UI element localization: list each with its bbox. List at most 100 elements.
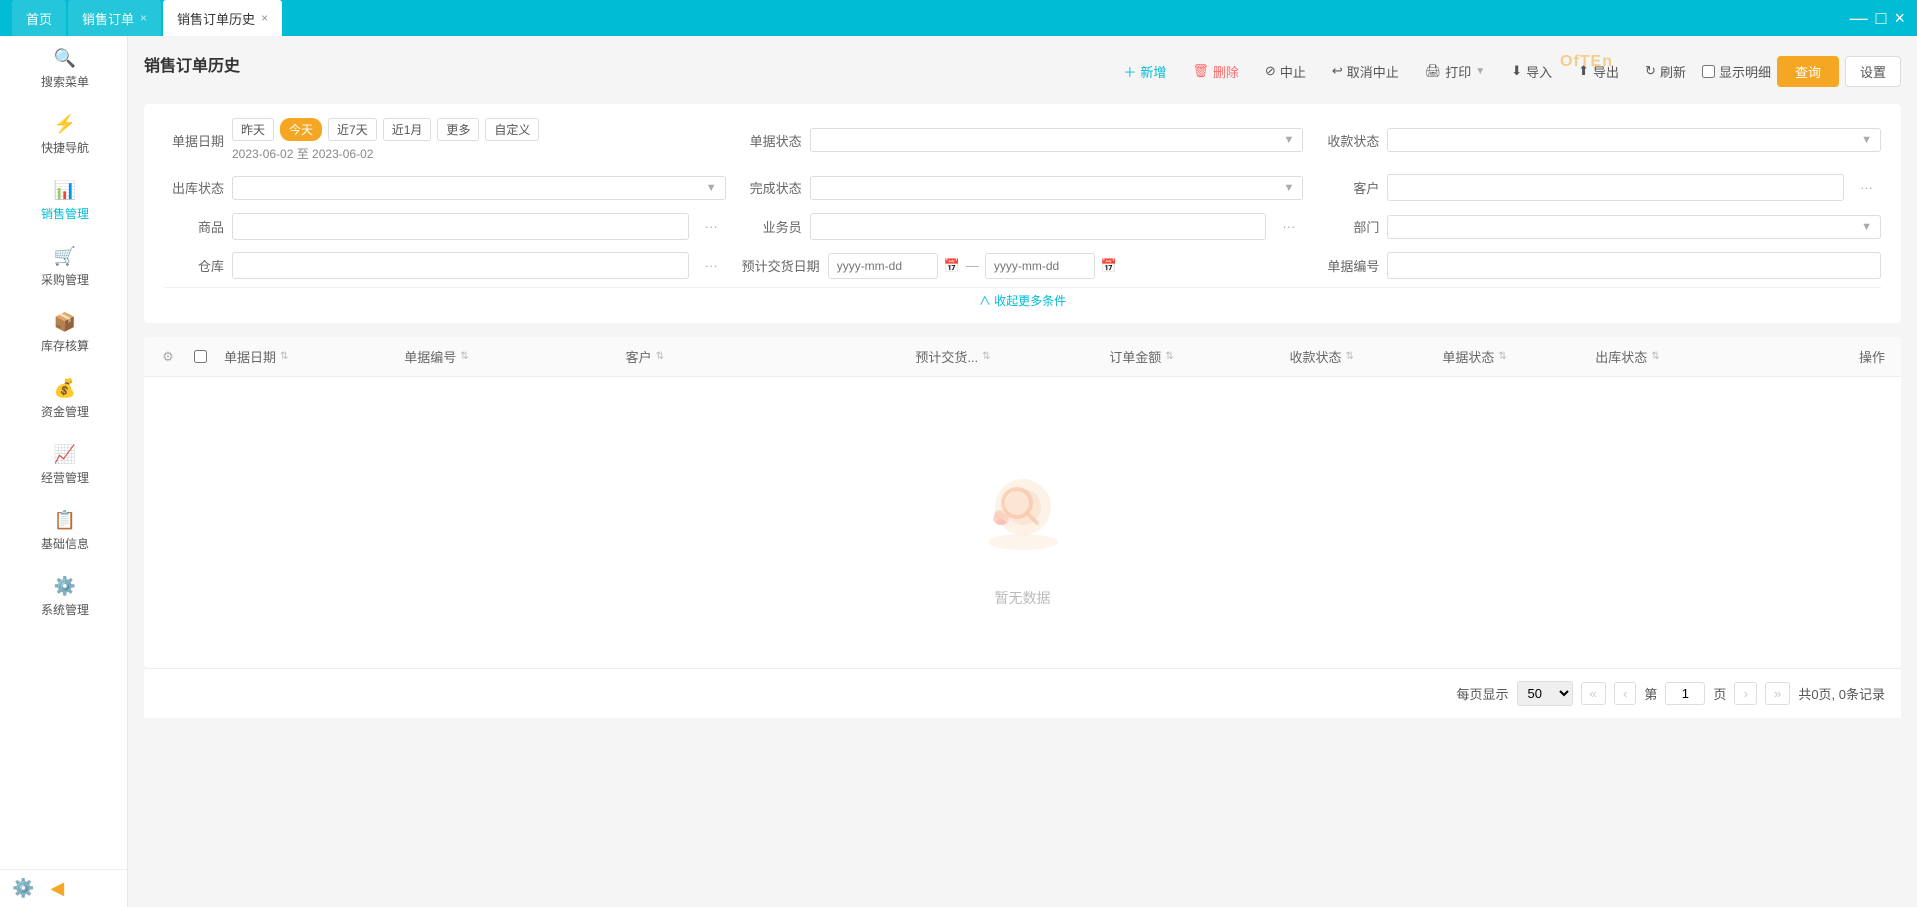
- window-close[interactable]: ×: [1894, 8, 1905, 29]
- delivery-date-end[interactable]: [985, 253, 1095, 279]
- last-page-button[interactable]: »: [1765, 682, 1790, 705]
- setting-button[interactable]: 设置: [1845, 56, 1901, 87]
- sidebar-item-inventory[interactable]: 📦 库存核算: [0, 300, 127, 366]
- page-size-label: 每页显示: [1457, 684, 1509, 703]
- cancel-stop-label: 取消中止: [1347, 62, 1399, 81]
- filter-ellipsis-customer[interactable]: ···: [1852, 180, 1881, 195]
- date-btn-more[interactable]: 更多: [437, 118, 479, 141]
- filter-ellipsis-salesperson[interactable]: ···: [1274, 219, 1303, 234]
- delivery-date-calendar-end[interactable]: 📅: [1101, 258, 1117, 274]
- cancel-stop-button[interactable]: ↩ 取消中止: [1322, 57, 1409, 86]
- filter-select-payment-status[interactable]: ▼: [1387, 128, 1881, 152]
- cancel-stop-icon: ↩: [1332, 63, 1343, 79]
- empty-text: 暂无数据: [995, 588, 1051, 608]
- export-button[interactable]: ⬆ 导出: [1568, 57, 1629, 86]
- delivery-date-start[interactable]: [828, 253, 938, 279]
- sort-number-icon[interactable]: ⇅: [460, 351, 468, 362]
- show-detail-checkbox-label[interactable]: 显示明细: [1702, 62, 1771, 81]
- select-all-checkbox[interactable]: [194, 350, 207, 363]
- th-order-status[interactable]: 单据状态 ⇅: [1434, 347, 1587, 366]
- sidebar-item-search-menu[interactable]: 🔍 搜索菜单: [0, 36, 127, 102]
- sidebar-item-sales-mgmt[interactable]: 📊 销售管理: [0, 168, 127, 234]
- filter-item-payment-status: 收款状态 ▼: [1319, 128, 1881, 152]
- th-setting[interactable]: ⚙: [152, 349, 184, 365]
- tab-sales-order-label: 销售订单: [82, 9, 134, 28]
- filter-item-complete-status: 完成状态 ▼: [742, 176, 1304, 200]
- sidebar-item-operations[interactable]: 📈 经营管理: [0, 432, 127, 498]
- tab-home[interactable]: 首页: [12, 0, 66, 36]
- th-number[interactable]: 单据编号 ⇅: [396, 347, 617, 366]
- next-page-button[interactable]: ›: [1734, 682, 1756, 705]
- sidebar: 🔍 搜索菜单 ⚡ 快捷导航 📊 销售管理 🛒 采购管理 📦 库存核算 💰 资金管…: [0, 36, 128, 907]
- delete-label: 删除: [1213, 62, 1239, 81]
- th-date[interactable]: 单据日期 ⇅: [216, 347, 396, 366]
- sort-payment-status-icon[interactable]: ⇅: [1346, 351, 1354, 362]
- window-maximize[interactable]: □: [1876, 8, 1887, 29]
- filter-input-customer[interactable]: [1387, 174, 1844, 201]
- first-page-button[interactable]: «: [1581, 682, 1606, 705]
- prev-page-button[interactable]: ‹: [1614, 682, 1636, 705]
- th-out-status[interactable]: 出库状态 ⇅: [1587, 347, 1740, 366]
- sidebar-item-quick-nav[interactable]: ⚡ 快捷导航: [0, 102, 127, 168]
- tab-sales-order-history-close[interactable]: ×: [261, 11, 268, 25]
- th-checkbox[interactable]: [184, 350, 216, 363]
- sort-customer-icon[interactable]: ⇅: [656, 351, 664, 362]
- collapse-bar[interactable]: ∧ 收起更多条件: [164, 287, 1881, 309]
- filter-row-4: 仓库 ··· 预计交货日期 📅 — 📅 单据编号: [164, 252, 1881, 279]
- filter-select-complete-status[interactable]: ▼: [810, 176, 1304, 200]
- app-body: 🔍 搜索菜单 ⚡ 快捷导航 📊 销售管理 🛒 采购管理 📦 库存核算 💰 资金管…: [0, 36, 1917, 907]
- date-btn-1month[interactable]: 近1月: [383, 118, 432, 141]
- date-btn-custom[interactable]: 自定义: [485, 118, 539, 141]
- print-button[interactable]: 🖨 打印 ▼: [1415, 57, 1495, 86]
- delivery-date-calendar-start[interactable]: 📅: [944, 258, 960, 274]
- filter-input-salesperson[interactable]: [810, 213, 1267, 240]
- filter-input-warehouse[interactable]: [232, 252, 689, 279]
- sidebar-item-purchase-mgmt[interactable]: 🛒 采购管理: [0, 234, 127, 300]
- sort-out-status-icon[interactable]: ⇅: [1651, 351, 1659, 362]
- filter-ellipsis-warehouse[interactable]: ···: [697, 258, 726, 273]
- filter-ellipsis-product[interactable]: ···: [697, 219, 726, 234]
- page-size-select[interactable]: 50 20 100: [1517, 681, 1573, 706]
- sort-delivery-icon[interactable]: ⇅: [982, 351, 990, 362]
- filter-input-product[interactable]: [232, 213, 689, 240]
- refresh-button[interactable]: ↻ 刷新: [1635, 57, 1696, 86]
- th-customer[interactable]: 客户 ⇅: [618, 347, 908, 366]
- sort-date-icon[interactable]: ⇅: [280, 351, 288, 362]
- import-button[interactable]: ⬇ 导入: [1501, 57, 1562, 86]
- refresh-label: 刷新: [1660, 62, 1686, 81]
- filter-select-department[interactable]: ▼: [1387, 215, 1881, 239]
- th-action-label: 操作: [1859, 347, 1885, 366]
- filter-select-order-status[interactable]: ▼: [810, 128, 1304, 152]
- page-input[interactable]: [1665, 682, 1705, 705]
- delete-icon: 🗑: [1192, 63, 1209, 79]
- total-info: 共0页, 0条记录: [1798, 684, 1885, 703]
- sidebar-collapse-icon[interactable]: ◀: [50, 878, 64, 899]
- table-area: ⚙ 单据日期 ⇅ 单据编号 ⇅ 客户 ⇅ 预计交货...: [144, 337, 1901, 668]
- stop-button[interactable]: ⊘ 中止: [1255, 57, 1316, 86]
- sidebar-item-base-info[interactable]: 📋 基础信息: [0, 498, 127, 564]
- date-btn-yesterday[interactable]: 昨天: [232, 118, 274, 141]
- page-label: 第: [1644, 684, 1657, 703]
- th-payment-status-label: 收款状态: [1290, 347, 1342, 366]
- delete-button[interactable]: 🗑 删除: [1182, 57, 1249, 86]
- sidebar-item-finance[interactable]: 💰 资金管理: [0, 366, 127, 432]
- filter-select-out-status[interactable]: ▼: [232, 176, 726, 200]
- date-btn-today[interactable]: 今天: [280, 118, 322, 141]
- date-btn-7days[interactable]: 近7天: [328, 118, 377, 141]
- show-detail-checkbox[interactable]: [1702, 65, 1715, 78]
- sort-amount-icon[interactable]: ⇅: [1165, 351, 1173, 362]
- sort-order-status-icon[interactable]: ⇅: [1498, 351, 1506, 362]
- tab-sales-order-close[interactable]: ×: [140, 11, 147, 25]
- filter-input-order-number[interactable]: [1387, 252, 1881, 279]
- window-minimize[interactable]: —: [1850, 8, 1868, 29]
- tab-sales-order-history[interactable]: 销售订单历史 ×: [163, 0, 282, 36]
- th-amount[interactable]: 订单金额 ⇅: [1101, 347, 1281, 366]
- th-date-label: 单据日期: [224, 347, 276, 366]
- th-delivery[interactable]: 预计交货... ⇅: [907, 347, 1101, 366]
- query-button[interactable]: 查询: [1777, 56, 1839, 87]
- tab-sales-order[interactable]: 销售订单 ×: [68, 0, 161, 36]
- sidebar-item-system-mgmt[interactable]: ⚙️ 系统管理: [0, 564, 127, 630]
- sidebar-settings-icon[interactable]: ⚙️: [12, 878, 34, 899]
- new-button[interactable]: ＋ 新增: [1113, 57, 1176, 86]
- th-payment-status[interactable]: 收款状态 ⇅: [1282, 347, 1435, 366]
